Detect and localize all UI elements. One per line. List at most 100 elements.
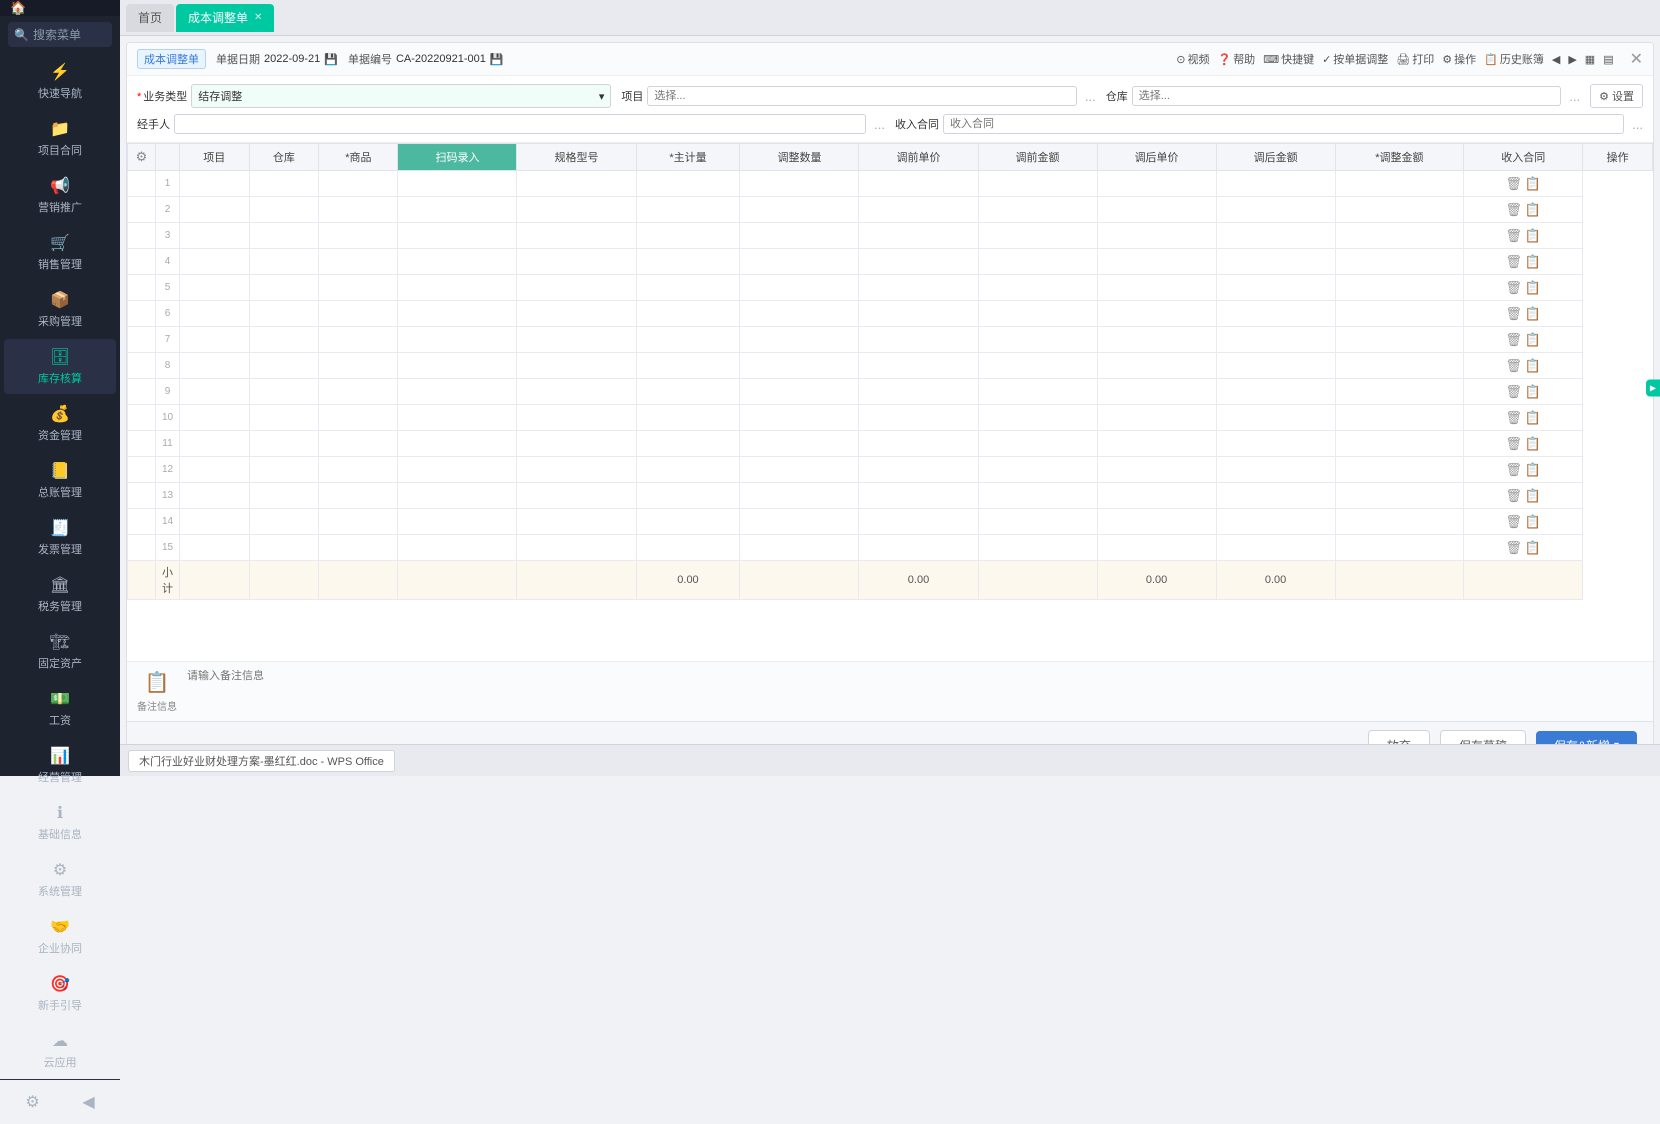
cell[interactable] — [859, 405, 978, 431]
delete-icon[interactable]: 🗑 — [1505, 462, 1522, 478]
cell[interactable] — [636, 405, 740, 431]
cell[interactable] — [740, 353, 859, 379]
sidebar-item-invoice[interactable]: 🧾 发票管理 — [4, 510, 116, 565]
sidebar-item-cloud[interactable]: ☁ 云应用 — [4, 1023, 116, 1078]
cell[interactable] — [740, 223, 859, 249]
cell[interactable] — [859, 301, 978, 327]
cell[interactable] — [740, 457, 859, 483]
view-action[interactable]: ⊙ 视频 — [1176, 51, 1209, 67]
cell[interactable] — [636, 379, 740, 405]
cell[interactable] — [859, 223, 978, 249]
note-input[interactable] — [187, 670, 1643, 682]
col-settings[interactable]: ⚙ — [128, 144, 156, 171]
delete-icon[interactable]: 🗑 — [1505, 488, 1522, 504]
cell[interactable] — [249, 483, 319, 509]
cell[interactable] — [1097, 197, 1216, 223]
cell[interactable] — [859, 483, 978, 509]
cell[interactable] — [1216, 171, 1335, 197]
shortcut-action[interactable]: ⌨ 快捷键 — [1263, 51, 1314, 67]
cell[interactable] — [517, 171, 636, 197]
cell[interactable] — [636, 353, 740, 379]
sidebar-item-sales-mgmt[interactable]: 🛒 销售管理 — [4, 225, 116, 280]
warehouse-input[interactable] — [1132, 86, 1562, 106]
cell[interactable] — [740, 483, 859, 509]
cell[interactable] — [859, 379, 978, 405]
cell[interactable] — [1335, 353, 1464, 379]
cell[interactable] — [517, 431, 636, 457]
cell[interactable] — [1097, 535, 1216, 561]
window-close-btn[interactable]: ✕ — [1630, 49, 1643, 69]
cell[interactable] — [1216, 431, 1335, 457]
cell[interactable] — [978, 353, 1097, 379]
cell[interactable] — [517, 327, 636, 353]
sidebar-item-basic-info[interactable]: ℹ 基础信息 — [4, 795, 116, 850]
cell[interactable] — [319, 483, 398, 509]
delete-icon[interactable]: 🗑 — [1505, 254, 1522, 270]
copy-icon[interactable]: 📋 — [1525, 488, 1541, 504]
nav-next[interactable]: ▶ — [1568, 53, 1576, 66]
cell[interactable] — [319, 457, 398, 483]
cell[interactable] — [978, 509, 1097, 535]
col-scan[interactable]: 扫码录入 — [398, 144, 517, 171]
copy-icon[interactable]: 📋 — [1525, 410, 1541, 426]
cell[interactable] — [636, 301, 740, 327]
sidebar-item-salary[interactable]: 💵 工资 — [4, 681, 116, 736]
cell[interactable] — [249, 301, 319, 327]
cell[interactable] — [249, 431, 319, 457]
cell[interactable] — [398, 353, 517, 379]
cell[interactable] — [740, 275, 859, 301]
warehouse-dots[interactable]: ... — [1569, 89, 1580, 104]
cell[interactable] — [398, 483, 517, 509]
delete-icon[interactable]: 🗑 — [1505, 436, 1522, 452]
cell[interactable] — [319, 431, 398, 457]
cell[interactable] — [636, 171, 740, 197]
cell[interactable] — [859, 535, 978, 561]
cell[interactable] — [398, 457, 517, 483]
cell[interactable] — [249, 457, 319, 483]
delete-icon[interactable]: 🗑 — [1505, 332, 1522, 348]
cell[interactable] — [978, 223, 1097, 249]
copy-icon[interactable]: 📋 — [1525, 280, 1541, 296]
cell[interactable] — [636, 223, 740, 249]
delete-icon[interactable]: 🗑 — [1505, 358, 1522, 374]
cell[interactable] — [517, 249, 636, 275]
cell[interactable] — [517, 405, 636, 431]
settings-button[interactable]: ⚙ 设置 — [1590, 84, 1643, 108]
cell[interactable] — [1335, 197, 1464, 223]
cell[interactable] — [1097, 509, 1216, 535]
cell[interactable] — [1335, 249, 1464, 275]
delete-icon[interactable]: 🗑 — [1505, 228, 1522, 244]
cell[interactable] — [1097, 457, 1216, 483]
cell[interactable] — [398, 509, 517, 535]
cell[interactable] — [1335, 301, 1464, 327]
cell[interactable] — [249, 171, 319, 197]
cell[interactable] — [249, 275, 319, 301]
copy-icon[interactable]: 📋 — [1525, 462, 1541, 478]
cell[interactable] — [636, 197, 740, 223]
cell[interactable] — [1097, 483, 1216, 509]
cell[interactable] — [517, 301, 636, 327]
cell[interactable] — [1216, 353, 1335, 379]
cell[interactable] — [249, 327, 319, 353]
sidebar-item-project-contract[interactable]: 📁 项目合同 — [4, 111, 116, 166]
cell[interactable] — [740, 249, 859, 275]
cell[interactable] — [319, 405, 398, 431]
cell[interactable] — [1216, 275, 1335, 301]
delete-icon[interactable]: 🗑 — [1505, 176, 1522, 192]
delete-icon[interactable]: 🗑 — [1505, 202, 1522, 218]
view-grid-icon[interactable]: ▦ — [1585, 53, 1595, 66]
tab-cost-adjust[interactable]: 成本调整单 ✕ — [176, 4, 274, 32]
cell[interactable] — [1335, 223, 1464, 249]
delete-icon[interactable]: 🗑 — [1505, 410, 1522, 426]
cell[interactable] — [1216, 379, 1335, 405]
cell[interactable] — [180, 353, 250, 379]
cell[interactable] — [859, 457, 978, 483]
cell[interactable] — [517, 483, 636, 509]
sidebar-item-system[interactable]: ⚙ 系统管理 — [4, 852, 116, 907]
cell[interactable] — [517, 197, 636, 223]
cell[interactable] — [1335, 405, 1464, 431]
copy-icon[interactable]: 📋 — [1525, 228, 1541, 244]
copy-icon[interactable]: 📋 — [1525, 202, 1541, 218]
cell[interactable] — [398, 327, 517, 353]
cell[interactable] — [978, 405, 1097, 431]
